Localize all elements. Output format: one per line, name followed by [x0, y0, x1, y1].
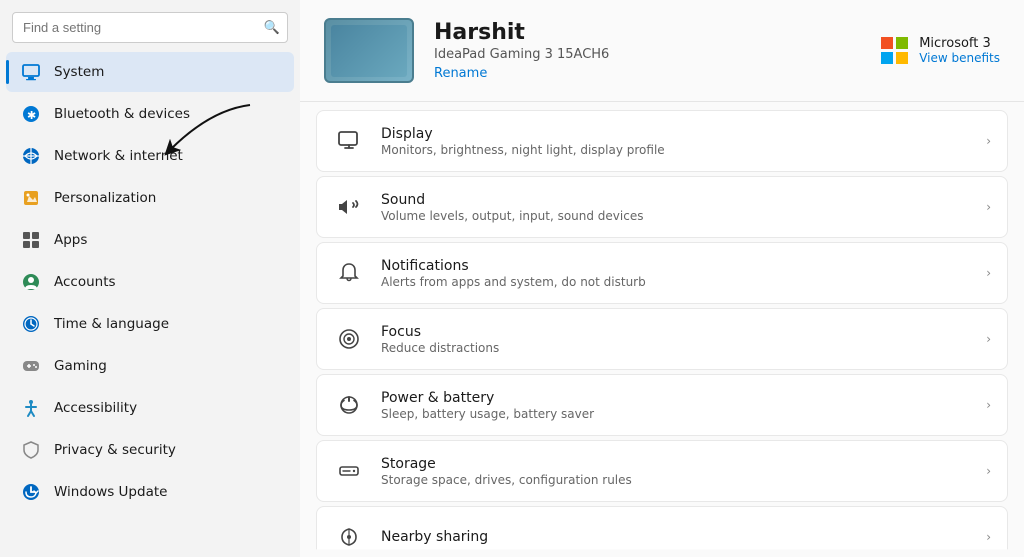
storage-text: Storage Storage space, drives, configura…	[381, 456, 970, 487]
search-container: 🔍	[12, 12, 288, 43]
settings-item-storage[interactable]: Storage Storage space, drives, configura…	[316, 440, 1008, 502]
microsoft-badge: Microsoft 3 View benefits	[881, 36, 1000, 65]
display-desc: Monitors, brightness, night light, displ…	[381, 143, 970, 157]
notifications-text: Notifications Alerts from apps and syste…	[381, 258, 970, 289]
ms-text-block: Microsoft 3 View benefits	[919, 36, 1000, 65]
nearby-text: Nearby sharing	[381, 529, 970, 545]
focus-chevron: ›	[986, 332, 991, 346]
sidebar: 🔍 System ✱ Bluetooth & devices	[0, 0, 300, 557]
notifications-chevron: ›	[986, 266, 991, 280]
nearby-icon	[333, 521, 365, 553]
display-title: Display	[381, 126, 970, 142]
svg-text:✱: ✱	[27, 110, 36, 122]
power-desc: Sleep, battery usage, battery saver	[381, 407, 970, 421]
sidebar-item-privacy-label: Privacy & security	[54, 442, 176, 458]
focus-title: Focus	[381, 324, 970, 340]
sidebar-item-apps-label: Apps	[54, 232, 87, 248]
settings-list: Display Monitors, brightness, night ligh…	[300, 102, 1024, 557]
sidebar-item-privacy[interactable]: Privacy & security	[6, 430, 294, 470]
gaming-icon	[20, 355, 42, 377]
storage-chevron: ›	[986, 464, 991, 478]
microsoft-title: Microsoft 3	[919, 36, 1000, 51]
sidebar-item-personalization-label: Personalization	[54, 190, 156, 206]
display-chevron: ›	[986, 134, 991, 148]
sidebar-item-apps[interactable]: Apps	[6, 220, 294, 260]
update-icon	[20, 481, 42, 503]
main-content: Harshit IdeaPad Gaming 3 15ACH6 Rename M…	[300, 0, 1024, 557]
ms-logo-blue	[881, 52, 893, 64]
ms-logo-red	[881, 37, 893, 49]
time-icon	[20, 313, 42, 335]
settings-item-display[interactable]: Display Monitors, brightness, night ligh…	[316, 110, 1008, 172]
settings-item-notifications[interactable]: Notifications Alerts from apps and syste…	[316, 242, 1008, 304]
focus-desc: Reduce distractions	[381, 341, 970, 355]
microsoft-subtitle[interactable]: View benefits	[919, 51, 1000, 65]
apps-icon	[20, 229, 42, 251]
settings-item-nearby[interactable]: Nearby sharing ›	[316, 506, 1008, 557]
sound-desc: Volume levels, output, input, sound devi…	[381, 209, 970, 223]
network-icon	[20, 145, 42, 167]
profile-device: IdeaPad Gaming 3 15ACH6	[434, 47, 861, 62]
sidebar-item-gaming-label: Gaming	[54, 358, 107, 374]
sidebar-item-network-label: Network & internet	[54, 148, 183, 164]
privacy-icon	[20, 439, 42, 461]
sidebar-item-time[interactable]: Time & language	[6, 304, 294, 344]
storage-title: Storage	[381, 456, 970, 472]
sidebar-item-personalization[interactable]: Personalization	[6, 178, 294, 218]
storage-icon	[333, 455, 365, 487]
power-text: Power & battery Sleep, battery usage, ba…	[381, 390, 970, 421]
sidebar-item-update[interactable]: Windows Update	[6, 472, 294, 512]
sound-chevron: ›	[986, 200, 991, 214]
sidebar-item-update-label: Windows Update	[54, 484, 167, 500]
sidebar-item-accessibility-label: Accessibility	[54, 400, 137, 416]
sidebar-item-bluetooth[interactable]: ✱ Bluetooth & devices	[6, 94, 294, 134]
ms-logo-yellow	[896, 52, 908, 64]
microsoft-logo	[881, 37, 909, 65]
profile-header: Harshit IdeaPad Gaming 3 15ACH6 Rename M…	[300, 0, 1024, 102]
nearby-title: Nearby sharing	[381, 529, 970, 545]
power-icon	[333, 389, 365, 421]
sound-title: Sound	[381, 192, 970, 208]
storage-desc: Storage space, drives, configuration rul…	[381, 473, 970, 487]
sidebar-item-accounts[interactable]: Accounts	[6, 262, 294, 302]
sidebar-item-system-label: System	[54, 64, 104, 80]
accounts-icon	[20, 271, 42, 293]
search-input[interactable]	[12, 12, 288, 43]
sound-icon	[333, 191, 365, 223]
bluetooth-icon: ✱	[20, 103, 42, 125]
ms-logo-green	[896, 37, 908, 49]
settings-item-sound[interactable]: Sound Volume levels, output, input, soun…	[316, 176, 1008, 238]
power-title: Power & battery	[381, 390, 970, 406]
sound-text: Sound Volume levels, output, input, soun…	[381, 192, 970, 223]
sidebar-item-system[interactable]: System	[6, 52, 294, 92]
device-icon	[324, 18, 414, 83]
sidebar-item-network[interactable]: Network & internet	[6, 136, 294, 176]
settings-item-power[interactable]: Power & battery Sleep, battery usage, ba…	[316, 374, 1008, 436]
sidebar-item-time-label: Time & language	[54, 316, 169, 332]
display-icon	[333, 125, 365, 157]
sidebar-item-accounts-label: Accounts	[54, 274, 116, 290]
display-text: Display Monitors, brightness, night ligh…	[381, 126, 970, 157]
sidebar-item-gaming[interactable]: Gaming	[6, 346, 294, 386]
notifications-icon	[333, 257, 365, 289]
system-icon	[20, 61, 42, 83]
focus-text: Focus Reduce distractions	[381, 324, 970, 355]
profile-info: Harshit IdeaPad Gaming 3 15ACH6 Rename	[434, 20, 861, 81]
personalization-icon	[20, 187, 42, 209]
rename-link[interactable]: Rename	[434, 66, 861, 81]
accessibility-icon	[20, 397, 42, 419]
profile-name: Harshit	[434, 20, 861, 45]
notifications-title: Notifications	[381, 258, 970, 274]
power-chevron: ›	[986, 398, 991, 412]
nearby-chevron: ›	[986, 530, 991, 544]
focus-icon	[333, 323, 365, 355]
sidebar-item-accessibility[interactable]: Accessibility	[6, 388, 294, 428]
settings-item-focus[interactable]: Focus Reduce distractions ›	[316, 308, 1008, 370]
search-icon: 🔍	[264, 20, 280, 35]
notifications-desc: Alerts from apps and system, do not dist…	[381, 275, 970, 289]
sidebar-item-bluetooth-label: Bluetooth & devices	[54, 106, 190, 122]
